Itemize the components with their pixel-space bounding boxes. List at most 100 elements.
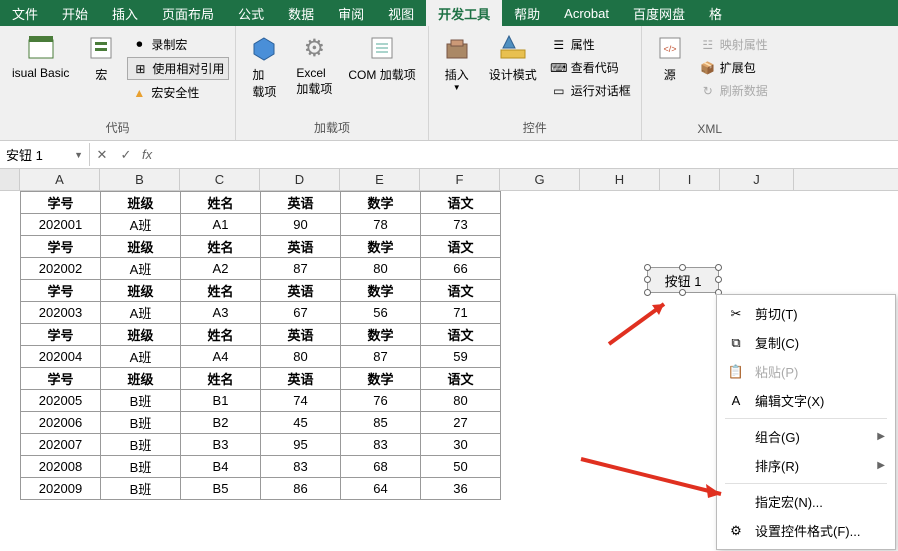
form-button-control[interactable]: 按钮 1 bbox=[647, 267, 719, 293]
cancel-button[interactable]: ✕ bbox=[90, 147, 114, 163]
cell[interactable]: B班 bbox=[101, 412, 181, 434]
cell[interactable]: 语文 bbox=[421, 368, 501, 390]
cell[interactable]: 202001 bbox=[21, 214, 101, 236]
cell[interactable]: 姓名 bbox=[181, 324, 261, 346]
tab-3[interactable]: 页面布局 bbox=[150, 0, 226, 26]
cell[interactable]: A3 bbox=[181, 302, 261, 324]
cell[interactable]: A班 bbox=[101, 258, 181, 280]
cell[interactable]: 30 bbox=[421, 434, 501, 456]
tab-10[interactable]: Acrobat bbox=[552, 0, 621, 26]
cell[interactable]: B5 bbox=[181, 478, 261, 500]
resize-handle[interactable] bbox=[679, 289, 686, 296]
cell[interactable]: 45 bbox=[261, 412, 341, 434]
cell[interactable]: A4 bbox=[181, 346, 261, 368]
cell[interactable]: A1 bbox=[181, 214, 261, 236]
cell[interactable]: 67 bbox=[261, 302, 341, 324]
macro-button[interactable]: 宏 bbox=[79, 30, 123, 85]
cell[interactable]: B2 bbox=[181, 412, 261, 434]
cell[interactable]: 59 bbox=[421, 346, 501, 368]
tab-0[interactable]: 文件 bbox=[0, 0, 50, 26]
record-macro-button[interactable]: ⏺录制宏 bbox=[127, 34, 229, 55]
context-menu-item[interactable]: 排序(R)▶ bbox=[717, 451, 895, 480]
tab-7[interactable]: 视图 bbox=[376, 0, 426, 26]
cell[interactable]: B4 bbox=[181, 456, 261, 478]
cell[interactable]: 90 bbox=[261, 214, 341, 236]
cell[interactable]: 202008 bbox=[21, 456, 101, 478]
expansion-button[interactable]: 📦扩展包 bbox=[696, 57, 772, 78]
cell[interactable]: A2 bbox=[181, 258, 261, 280]
cell[interactable]: 71 bbox=[421, 302, 501, 324]
resize-handle[interactable] bbox=[644, 276, 651, 283]
cell[interactable]: 姓名 bbox=[181, 368, 261, 390]
cell[interactable]: 50 bbox=[421, 456, 501, 478]
context-menu-item[interactable]: ✂剪切(T) bbox=[717, 299, 895, 328]
com-addin-button[interactable]: COM 加载项 bbox=[342, 30, 421, 85]
resize-handle[interactable] bbox=[644, 289, 651, 296]
cell[interactable]: 83 bbox=[341, 434, 421, 456]
run-dialog-button[interactable]: ▭运行对话框 bbox=[547, 80, 635, 101]
cell[interactable]: B班 bbox=[101, 390, 181, 412]
cell[interactable]: 78 bbox=[341, 214, 421, 236]
visual-basic-button[interactable]: isual Basic bbox=[6, 30, 75, 82]
cell[interactable]: 姓名 bbox=[181, 280, 261, 302]
cell[interactable]: 数学 bbox=[341, 324, 421, 346]
cell[interactable]: A班 bbox=[101, 302, 181, 324]
cell[interactable]: 班级 bbox=[101, 280, 181, 302]
cell[interactable]: 数学 bbox=[341, 236, 421, 258]
cell[interactable]: 英语 bbox=[261, 324, 341, 346]
cell[interactable]: 64 bbox=[341, 478, 421, 500]
cell[interactable]: A班 bbox=[101, 346, 181, 368]
cell[interactable]: 学号 bbox=[21, 280, 101, 302]
cell[interactable]: 语文 bbox=[421, 236, 501, 258]
cell[interactable]: 56 bbox=[341, 302, 421, 324]
cell[interactable]: 学号 bbox=[21, 368, 101, 390]
cell[interactable]: 英语 bbox=[261, 236, 341, 258]
column-header[interactable]: C bbox=[180, 169, 260, 190]
context-menu-item[interactable]: A编辑文字(X) bbox=[717, 386, 895, 415]
cell[interactable]: 姓名 bbox=[181, 192, 261, 214]
cell[interactable]: 学号 bbox=[21, 236, 101, 258]
column-header[interactable]: E bbox=[340, 169, 420, 190]
cell[interactable]: 87 bbox=[261, 258, 341, 280]
tab-11[interactable]: 百度网盘 bbox=[621, 0, 697, 26]
cell[interactable]: 语文 bbox=[421, 192, 501, 214]
cell[interactable]: 87 bbox=[341, 346, 421, 368]
cell[interactable]: 班级 bbox=[101, 236, 181, 258]
cell[interactable]: 语文 bbox=[421, 324, 501, 346]
addin-button[interactable]: 加 载项 bbox=[242, 30, 286, 102]
cell[interactable]: 80 bbox=[341, 258, 421, 280]
cell[interactable]: 数学 bbox=[341, 192, 421, 214]
cell[interactable]: 83 bbox=[261, 456, 341, 478]
cell[interactable]: 英语 bbox=[261, 280, 341, 302]
cell[interactable]: 80 bbox=[261, 346, 341, 368]
tab-12[interactable]: 格 bbox=[697, 0, 734, 26]
cell[interactable]: 班级 bbox=[101, 368, 181, 390]
select-all-corner[interactable] bbox=[0, 169, 20, 190]
cell[interactable]: 73 bbox=[421, 214, 501, 236]
tab-6[interactable]: 审阅 bbox=[326, 0, 376, 26]
cell[interactable]: 语文 bbox=[421, 280, 501, 302]
column-header[interactable]: A bbox=[20, 169, 100, 190]
cell[interactable]: 86 bbox=[261, 478, 341, 500]
confirm-button[interactable]: ✓ bbox=[114, 147, 138, 163]
cell[interactable]: 202006 bbox=[21, 412, 101, 434]
cell[interactable]: 英语 bbox=[261, 192, 341, 214]
cell[interactable]: B班 bbox=[101, 478, 181, 500]
fx-icon[interactable]: fx bbox=[138, 147, 156, 162]
cell[interactable]: 27 bbox=[421, 412, 501, 434]
column-header[interactable]: B bbox=[100, 169, 180, 190]
design-mode-button[interactable]: 设计模式 bbox=[483, 30, 543, 85]
resize-handle[interactable] bbox=[679, 264, 686, 271]
context-menu-item[interactable]: ⚙设置控件格式(F)... bbox=[717, 516, 895, 545]
cell[interactable]: 66 bbox=[421, 258, 501, 280]
cell[interactable]: B班 bbox=[101, 456, 181, 478]
cell[interactable]: 202005 bbox=[21, 390, 101, 412]
refresh-button[interactable]: ↻刷新数据 bbox=[696, 80, 772, 101]
cell[interactable]: 202007 bbox=[21, 434, 101, 456]
cell[interactable]: B3 bbox=[181, 434, 261, 456]
cell[interactable]: B1 bbox=[181, 390, 261, 412]
cell[interactable]: 学号 bbox=[21, 324, 101, 346]
macro-security-button[interactable]: ▲宏安全性 bbox=[127, 82, 229, 103]
context-menu-item[interactable]: 指定宏(N)... bbox=[717, 487, 895, 516]
relative-ref-button[interactable]: ⊞使用相对引用 bbox=[127, 57, 229, 80]
